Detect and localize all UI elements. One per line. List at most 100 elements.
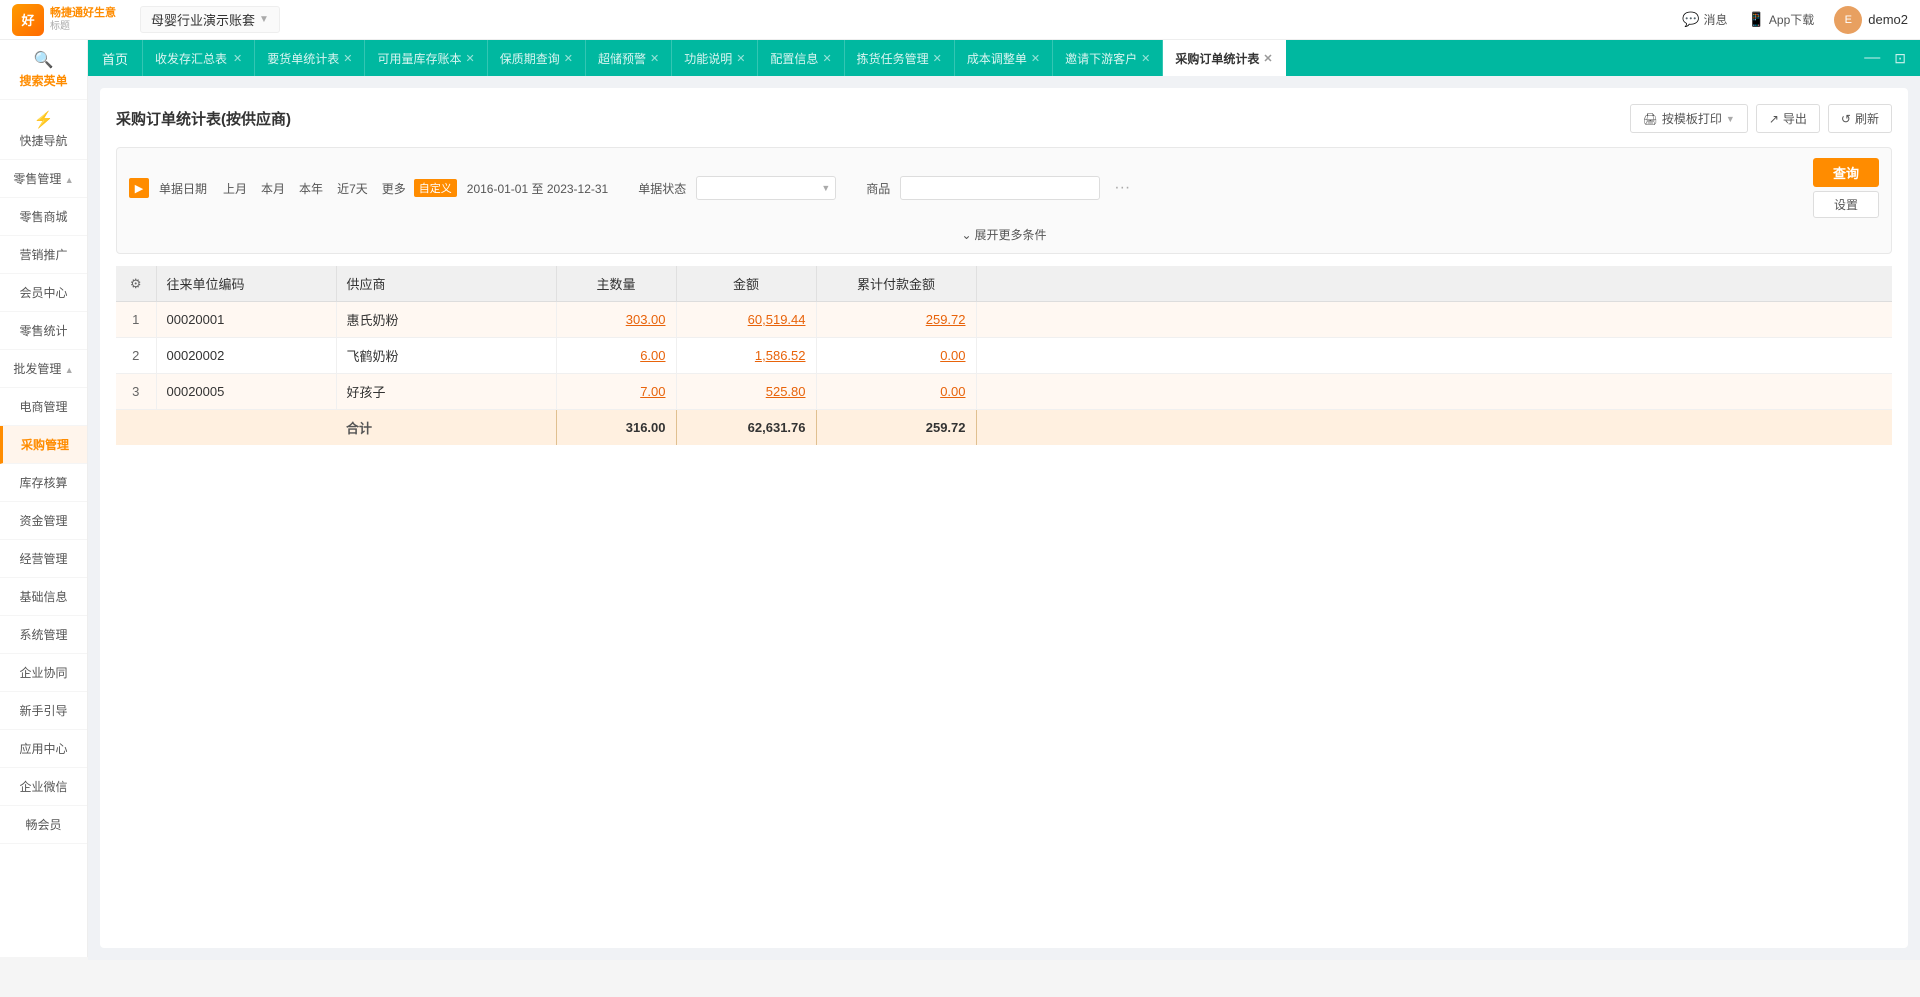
date-filter-label: 单据日期 xyxy=(159,180,207,197)
col-main-qty: 主数量 xyxy=(556,266,676,302)
row-main-qty[interactable]: 6.00 xyxy=(556,338,676,374)
sidebar-item-inventory[interactable]: 库存核算 xyxy=(0,464,87,502)
sidebar-item-finance[interactable]: 资金管理 xyxy=(0,502,87,540)
app-download-button[interactable]: 📱 App下载 xyxy=(1747,11,1814,28)
quick-date-this-month[interactable]: 本月 xyxy=(255,178,291,199)
row-unit-code: 00020001 xyxy=(156,302,336,338)
row-main-qty[interactable]: 303.00 xyxy=(556,302,676,338)
col-supplier: 供应商 xyxy=(336,266,556,302)
download-icon: 📱 xyxy=(1747,11,1764,28)
org-selector[interactable]: 母婴行业演示账套 ▼ xyxy=(140,6,280,33)
row-amount[interactable]: 1,586.52 xyxy=(676,338,816,374)
nav-tabs: 首页 收发存汇总表 ✕ 要货单统计表 ✕ 可用量库存账本 ✕ 保质期查询 ✕ 超… xyxy=(88,40,1920,76)
sidebar-item-quick-nav[interactable]: ⚡ 快捷导航 xyxy=(0,100,87,160)
sidebar-item-marketing[interactable]: 营销推广 xyxy=(0,236,87,274)
avatar: E xyxy=(1834,6,1862,34)
sidebar-item-purchase[interactable]: 采购管理 xyxy=(0,426,87,464)
export-button[interactable]: ↗ 导出 xyxy=(1756,104,1820,133)
tab-requisition-stat[interactable]: 要货单统计表 ✕ xyxy=(255,40,365,76)
goods-filter-input[interactable] xyxy=(900,176,1100,200)
sidebar-item-retail-mgmt[interactable]: 零售管理 ▲ xyxy=(0,160,87,198)
filter-toggle-btn[interactable]: ▶ xyxy=(129,178,149,198)
tab-close-icon[interactable]: ✕ xyxy=(233,52,242,65)
sidebar-item-retail-stat[interactable]: 零售统计 xyxy=(0,312,87,350)
footer-label: 合计 xyxy=(336,410,556,446)
arrow-icon: ▲ xyxy=(65,175,74,185)
tab-close-icon[interactable]: ✕ xyxy=(1263,52,1272,65)
gear-icon: ⚙ xyxy=(130,276,142,291)
tab-available-inventory[interactable]: 可用量库存账本 ✕ xyxy=(365,40,487,76)
user-area[interactable]: E demo2 xyxy=(1834,6,1908,34)
col-extra xyxy=(976,266,1892,302)
tab-close-icon[interactable]: ✕ xyxy=(343,52,352,65)
username: demo2 xyxy=(1868,12,1908,27)
row-paid-amount[interactable]: 0.00 xyxy=(816,374,976,410)
table-row: 2 00020002 飞鹤奶粉 6.00 1,586.52 0.00 xyxy=(116,338,1892,374)
custom-date-badge: 自定义 xyxy=(414,179,457,197)
quick-date-more[interactable]: 更多 xyxy=(376,178,412,199)
tab-close-icon[interactable]: ✕ xyxy=(466,52,475,65)
tab-close-icon[interactable]: ✕ xyxy=(1031,52,1040,65)
tab-close-icon[interactable]: ✕ xyxy=(564,52,573,65)
tab-func-desc[interactable]: 功能说明 ✕ xyxy=(672,40,758,76)
print-icon: 🖨 xyxy=(1643,112,1658,126)
sidebar-item-basic-info[interactable]: 基础信息 xyxy=(0,578,87,616)
row-supplier: 好孩子 xyxy=(336,374,556,410)
tab-close-icon[interactable]: ✕ xyxy=(736,52,745,65)
sidebar-item-ecommerce[interactable]: 电商管理 xyxy=(0,388,87,426)
logo: 好 畅捷通好生意 标题 xyxy=(12,4,116,36)
page-content: 采购订单统计表(按供应商) 🖨 按模板打印 ▼ ↗ 导出 ↺ 刷新 xyxy=(88,76,1920,960)
tab-close-icon[interactable]: ✕ xyxy=(650,52,659,65)
tab-close-icon[interactable]: ✕ xyxy=(1141,52,1150,65)
quick-date-7days[interactable]: 近7天 xyxy=(331,178,374,199)
row-paid-amount[interactable]: 259.72 xyxy=(816,302,976,338)
search-button[interactable]: 查询 xyxy=(1813,158,1879,187)
sidebar-item-sys-mgmt[interactable]: 系统管理 xyxy=(0,616,87,654)
table-footer-row: 合计 316.00 62,631.76 259.72 xyxy=(116,410,1892,446)
expand-more-button[interactable]: ⌄ 展开更多条件 xyxy=(961,226,1046,243)
sidebar-item-retail-mall[interactable]: 零售商城 xyxy=(0,198,87,236)
row-paid-amount[interactable]: 0.00 xyxy=(816,338,976,374)
sidebar-item-enterprise-wechat[interactable]: 企业微信 xyxy=(0,768,87,806)
sidebar-item-changyuanyuan[interactable]: 畅会员 xyxy=(0,806,87,844)
refresh-button[interactable]: ↺ 刷新 xyxy=(1828,104,1892,133)
sidebar-item-app-center[interactable]: 应用中心 xyxy=(0,730,87,768)
tab-config-info[interactable]: 配置信息 ✕ xyxy=(758,40,844,76)
tab-invite-downstream[interactable]: 邀请下游客户 ✕ xyxy=(1053,40,1163,76)
col-settings[interactable]: ⚙ xyxy=(116,266,156,302)
tab-overstock-warning[interactable]: 超储预警 ✕ xyxy=(586,40,672,76)
tab-purchase-stat[interactable]: 采购订单统计表 ✕ xyxy=(1163,40,1285,76)
tab-cost-adjust[interactable]: 成本调整单 ✕ xyxy=(955,40,1053,76)
export-icon: ↗ xyxy=(1769,112,1779,126)
sidebar-item-search[interactable]: 🔍 搜索英单 xyxy=(0,40,87,100)
col-unit-code: 往来单位编码 xyxy=(156,266,336,302)
row-amount[interactable]: 525.80 xyxy=(676,374,816,410)
tab-shelf-life[interactable]: 保质期查询 ✕ xyxy=(488,40,586,76)
tab-window-minimize[interactable]: — xyxy=(1860,47,1884,69)
tab-home[interactable]: 首页 xyxy=(88,40,143,76)
sidebar-item-operation[interactable]: 经营管理 xyxy=(0,540,87,578)
more-filters-icon[interactable]: ··· xyxy=(1110,179,1134,197)
tab-collect-pay[interactable]: 收发存汇总表 ✕ xyxy=(143,40,255,76)
table-row: 3 00020005 好孩子 7.00 525.80 0.00 xyxy=(116,374,1892,410)
tab-window-restore[interactable]: ⊡ xyxy=(1890,48,1910,69)
quick-date-this-year[interactable]: 本年 xyxy=(293,178,329,199)
message-button[interactable]: 💬 消息 xyxy=(1682,11,1727,28)
setting-button[interactable]: 设置 xyxy=(1813,191,1879,218)
quick-date-last-month[interactable]: 上月 xyxy=(217,178,253,199)
sidebar-item-newbie[interactable]: 新手引导 xyxy=(0,692,87,730)
row-main-qty[interactable]: 7.00 xyxy=(556,374,676,410)
tab-close-icon[interactable]: ✕ xyxy=(933,52,942,65)
print-button[interactable]: 🖨 按模板打印 ▼ xyxy=(1630,104,1748,133)
tab-close-icon[interactable]: ✕ xyxy=(822,52,831,65)
sidebar-item-enterprise[interactable]: 企业协同 xyxy=(0,654,87,692)
tab-picking-task[interactable]: 拣货任务管理 ✕ xyxy=(845,40,955,76)
logo-text: 畅捷通好生意 标题 xyxy=(50,6,116,33)
row-amount[interactable]: 60,519.44 xyxy=(676,302,816,338)
status-select[interactable] xyxy=(696,176,836,200)
sidebar-item-member[interactable]: 会员中心 xyxy=(0,274,87,312)
col-paid-amount: 累计付款金额 xyxy=(816,266,976,302)
message-icon: 💬 xyxy=(1682,11,1699,28)
date-range-display: 2016-01-01 至 2023-12-31 xyxy=(467,180,608,197)
sidebar-item-wholesale[interactable]: 批发管理 ▲ xyxy=(0,350,87,388)
